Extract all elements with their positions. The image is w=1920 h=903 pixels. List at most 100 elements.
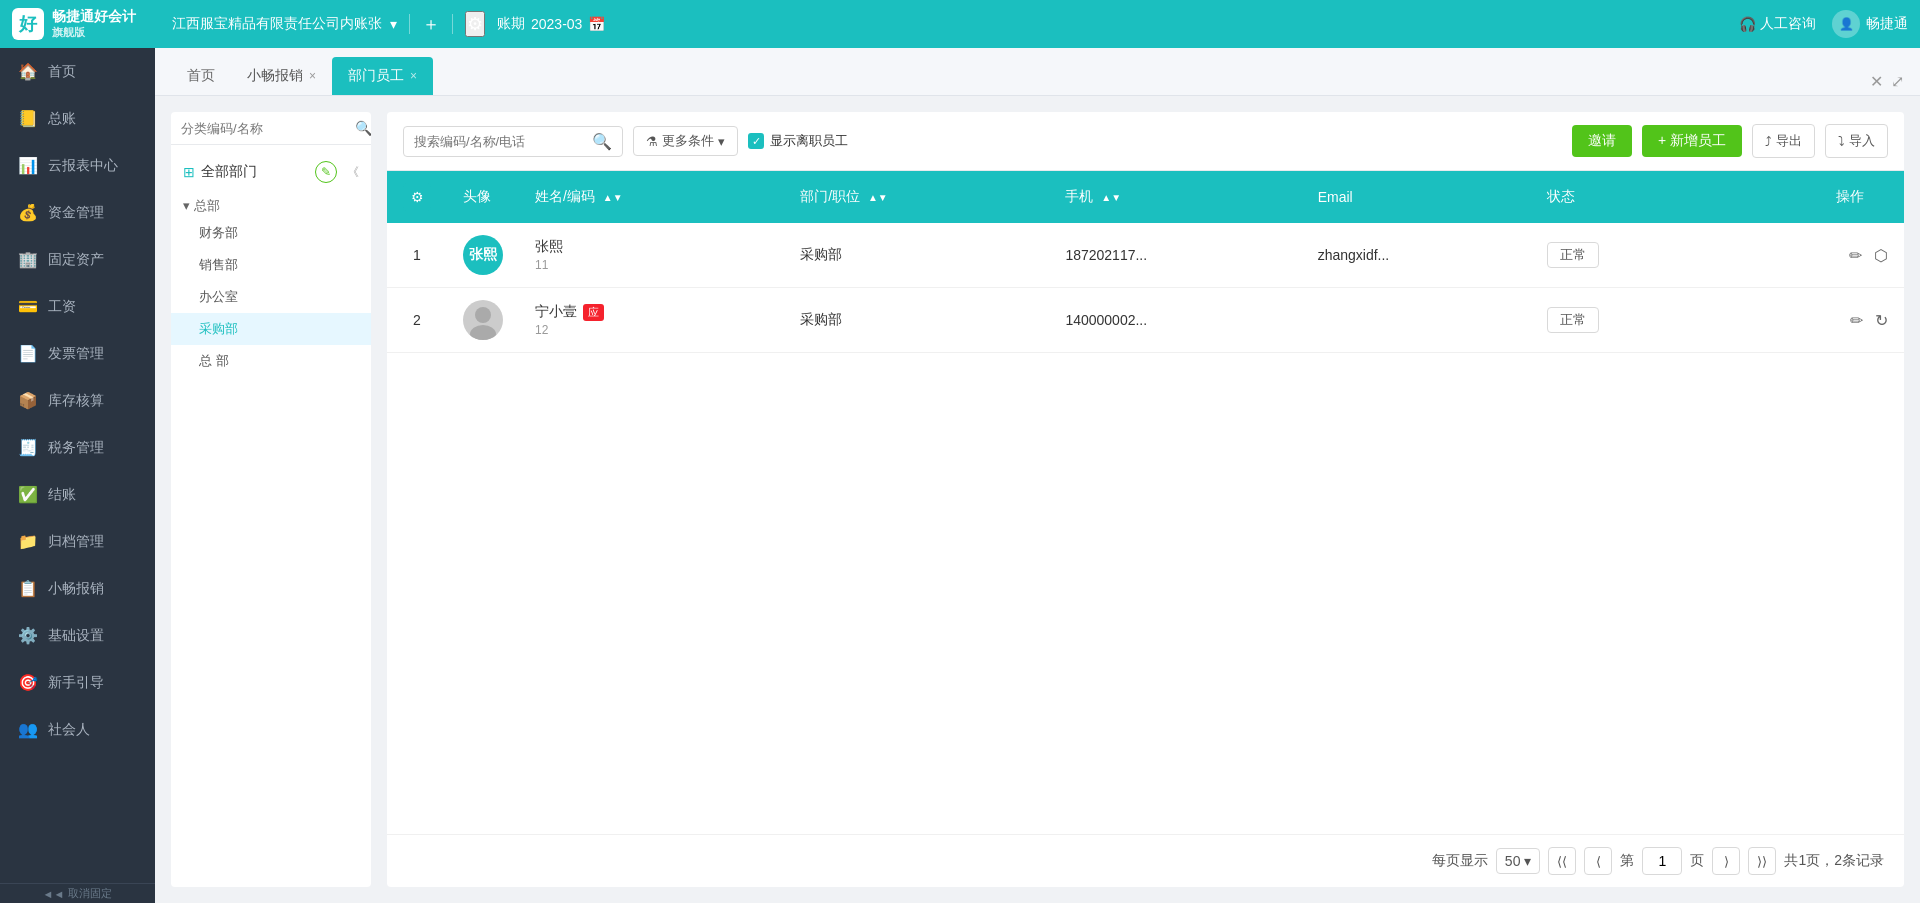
sidebar-item-close[interactable]: ✅ 结账	[0, 471, 155, 518]
tab-expense-close[interactable]: ×	[309, 69, 316, 83]
employee-table-container: ⚙ 头像 姓名/编码 ▲▼ 部门/职位 ▲▼	[387, 171, 1904, 834]
sidebar-item-inventory[interactable]: 📦 库存核算	[0, 377, 155, 424]
sort-icon: ▲▼	[1101, 193, 1121, 203]
cancel-fixed-button[interactable]: ◄◄ 取消固定	[0, 883, 155, 903]
sidebar-item-assets[interactable]: 🏢 固定资产	[0, 236, 155, 283]
user-menu[interactable]: 👤 畅捷通	[1832, 10, 1908, 38]
tab-expense[interactable]: 小畅报销 ×	[231, 57, 332, 95]
edit-icon[interactable]: ✏	[1850, 311, 1863, 330]
sidebar-item-label: 资金管理	[48, 204, 104, 222]
status-badge: 正常	[1547, 242, 1599, 268]
sidebar-item-reports[interactable]: 📊 云报表中心	[0, 142, 155, 189]
tab-close-button[interactable]: ✕	[1870, 72, 1883, 91]
svg-point-1	[470, 325, 496, 340]
tab-home[interactable]: 首页	[171, 57, 231, 95]
invoice-icon: 📄	[18, 344, 38, 363]
dept-parent-head: ▾ 总部	[171, 191, 371, 217]
divider2	[452, 14, 453, 34]
avatar-gray	[463, 300, 503, 340]
th-avatar: 头像	[447, 171, 519, 223]
settings-nav-icon: ⚙️	[18, 626, 38, 645]
dept-child-purchase[interactable]: 采购部	[171, 313, 371, 345]
prev-page-button[interactable]: ⟨	[1584, 847, 1612, 875]
sidebar-item-label: 税务管理	[48, 439, 104, 457]
period-selector[interactable]: 账期 2023-03 📅	[497, 15, 605, 33]
employee-search-input[interactable]	[414, 134, 586, 149]
dept-child-finance[interactable]: 财务部	[171, 217, 371, 249]
sidebar-item-tax[interactable]: 🧾 税务管理	[0, 424, 155, 471]
exit-icon[interactable]: ⬡	[1874, 246, 1888, 265]
search-icon[interactable]: 🔍	[355, 120, 371, 136]
sidebar-item-expense[interactable]: 📋 小畅报销	[0, 565, 155, 612]
row-name-code: 宁小壹 应 12	[519, 288, 784, 353]
sidebar-item-label: 新手引导	[48, 674, 104, 692]
tab-expand-button[interactable]: ⤢	[1891, 72, 1904, 91]
next-page-button[interactable]: ⟩	[1712, 847, 1740, 875]
edit-icon[interactable]: ✏	[1849, 246, 1862, 265]
page-size-select[interactable]: 50 ▾	[1496, 848, 1541, 874]
sidebar-item-funds[interactable]: 💰 资金管理	[0, 189, 155, 236]
refresh-icon[interactable]: ↻	[1875, 311, 1888, 330]
sidebar-item-label: 基础设置	[48, 627, 104, 645]
export-button[interactable]: ⤴ 导出	[1752, 124, 1815, 158]
row-status: 正常	[1531, 223, 1717, 288]
row-name-code: 张熙 11	[519, 223, 784, 288]
sidebar-item-guide[interactable]: 🎯 新手引导	[0, 659, 155, 706]
tab-expense-label: 小畅报销	[247, 67, 303, 85]
import-button[interactable]: ⤵ 导入	[1825, 124, 1888, 158]
ledger-icon: 📒	[18, 109, 38, 128]
all-dept-item[interactable]: ⊞ 全部部门 ✎ 《	[171, 153, 371, 191]
avatar-circle: 张熙	[463, 235, 503, 275]
show-resigned-label: 显示离职员工	[770, 132, 848, 150]
period-label: 账期	[497, 15, 525, 33]
search-icon[interactable]: 🔍	[592, 132, 612, 151]
total-info: 共1页，2条记录	[1784, 852, 1884, 870]
th-dept-position[interactable]: 部门/职位 ▲▼	[784, 171, 1049, 223]
service-button[interactable]: 🎧 人工咨询	[1739, 15, 1816, 33]
import-label: 导入	[1849, 132, 1875, 150]
filter-button[interactable]: ⚗ 更多条件 ▾	[633, 126, 738, 156]
settings-button[interactable]: ⚙	[465, 11, 485, 37]
sidebar-item-invoice[interactable]: 📄 发票管理	[0, 330, 155, 377]
th-email: Email	[1302, 171, 1532, 223]
tab-bar: 首页 小畅报销 × 部门员工 × ✕ ⤢	[155, 48, 1920, 96]
settings-icon[interactable]: ⚙	[403, 183, 431, 211]
grid-icon: ⊞	[183, 164, 195, 180]
page-size-value: 50	[1505, 853, 1521, 869]
page-number-input[interactable]	[1642, 847, 1682, 875]
th-name-code[interactable]: 姓名/编码 ▲▼	[519, 171, 784, 223]
assets-icon: 🏢	[18, 250, 38, 269]
toolbar-right-actions: 邀请 + 新增员工 ⤴ 导出 ⤵ 导入	[1572, 124, 1888, 158]
calendar-icon[interactable]: 📅	[588, 16, 605, 32]
add-button[interactable]: ＋	[422, 12, 440, 36]
sidebar-item-settings[interactable]: ⚙️ 基础设置	[0, 612, 155, 659]
dept-search-input[interactable]	[181, 121, 349, 136]
sidebar-item-archive[interactable]: 📁 归档管理	[0, 518, 155, 565]
sidebar-item-home[interactable]: 🏠 首页	[0, 48, 155, 95]
add-employee-button[interactable]: + 新增员工	[1642, 125, 1742, 157]
invite-button[interactable]: 邀请	[1572, 125, 1632, 157]
collapse-icon[interactable]: 《	[347, 164, 359, 181]
topbar-right: 🎧 人工咨询 👤 畅捷通	[1739, 10, 1908, 38]
tab-employee[interactable]: 部门员工 ×	[332, 57, 433, 95]
sidebar-item-social[interactable]: 👥 社会人	[0, 706, 155, 753]
edit-dept-button[interactable]: ✎	[315, 161, 337, 183]
last-page-button[interactable]: ⟩⟩	[1748, 847, 1776, 875]
company-selector[interactable]: 江西服宝精品有限责任公司内账张 ▾	[172, 15, 397, 33]
sidebar-item-salary[interactable]: 💳 工资	[0, 283, 155, 330]
th-phone[interactable]: 手机 ▲▼	[1049, 171, 1301, 223]
svg-point-0	[475, 307, 491, 323]
tab-employee-close[interactable]: ×	[410, 69, 417, 83]
first-page-button[interactable]: ⟨⟨	[1548, 847, 1576, 875]
show-resigned-checkbox[interactable]: ✓ 显示离职员工	[748, 132, 848, 150]
service-label: 人工咨询	[1760, 15, 1816, 33]
dept-child-general[interactable]: 总 部	[171, 345, 371, 377]
sidebar-item-label: 归档管理	[48, 533, 104, 551]
app-logo: 好 畅捷通好会计 旗舰版	[12, 8, 162, 40]
all-dept-label: 全部部门	[201, 163, 257, 181]
right-panel: 🔍 ⚗ 更多条件 ▾ ✓ 显示离职员工 邀请 + 新增员工	[387, 112, 1904, 887]
dept-child-sales[interactable]: 销售部	[171, 249, 371, 281]
chevron-down-icon[interactable]: ▾	[390, 16, 397, 32]
sidebar-item-ledger[interactable]: 📒 总账	[0, 95, 155, 142]
dept-child-office[interactable]: 办公室	[171, 281, 371, 313]
